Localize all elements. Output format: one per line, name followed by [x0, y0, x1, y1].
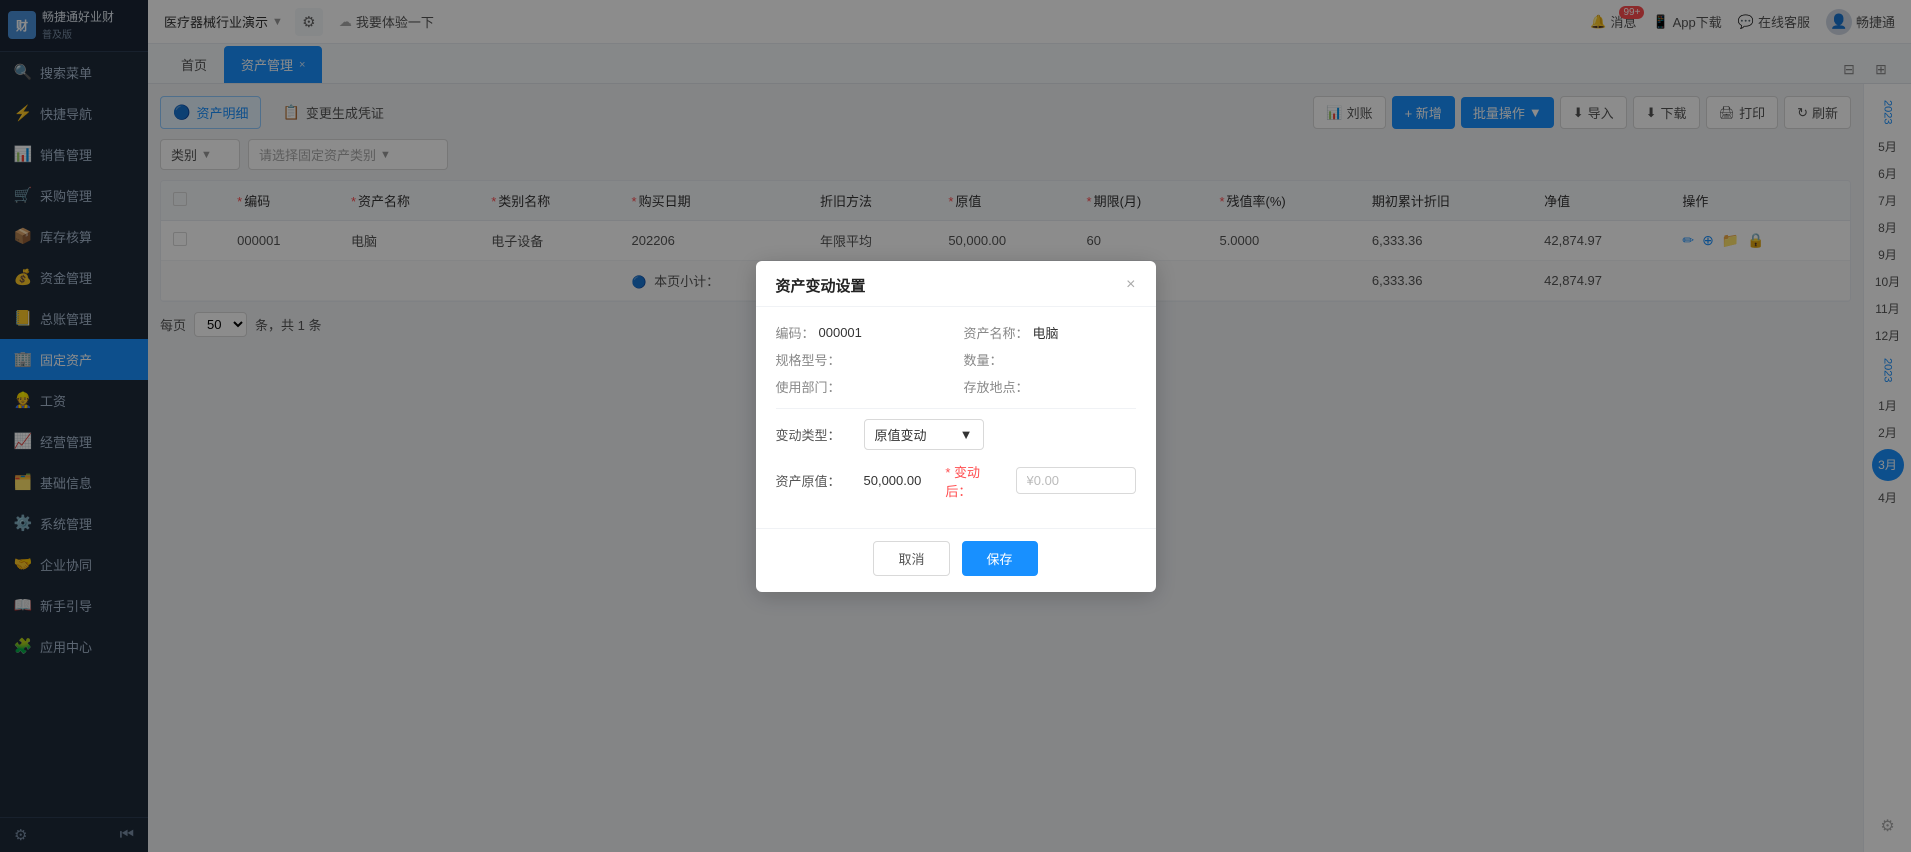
change-type-select[interactable]: 原值变动 ▼ [864, 419, 984, 450]
modal-body: 编码： 000001 资产名称： 电脑 规格型号： 数量： 使用部门： [756, 307, 1156, 528]
modal-department-item: 使用部门： [776, 377, 948, 396]
modal-spec-label: 规格型号： [776, 350, 841, 369]
modal-name-value: 电脑 [1033, 323, 1059, 342]
modal-quantity-label: 数量： [964, 350, 1003, 369]
modal-storage-item: 存放地点： [964, 377, 1136, 396]
modal-original-value-label: 资产原值： [776, 471, 856, 490]
asset-change-modal: 资产变动设置 × 编码： 000001 资产名称： 电脑 规格型号： 数量： [756, 261, 1156, 592]
modal-code-value: 000001 [819, 325, 862, 340]
change-type-arrow-icon: ▼ [960, 427, 973, 442]
cancel-button[interactable]: 取消 [873, 541, 949, 576]
modal-after-change-label: * 变动后： [945, 462, 1003, 500]
modal-code-label: 编码： [776, 323, 815, 342]
modal-original-value-row: 资产原值： 50,000.00 * 变动后： [776, 462, 1136, 500]
modal-overlay[interactable]: 资产变动设置 × 编码： 000001 资产名称： 电脑 规格型号： 数量： [0, 0, 1911, 852]
modal-change-type-label: 变动类型： [776, 425, 856, 444]
modal-name-item: 资产名称： 电脑 [964, 323, 1136, 342]
modal-footer: 取消 保存 [756, 528, 1156, 592]
change-type-value: 原值变动 [875, 425, 927, 444]
modal-close-button[interactable]: × [1126, 276, 1135, 294]
modal-header: 资产变动设置 × [756, 261, 1156, 307]
modal-change-type-row: 变动类型： 原值变动 ▼ [776, 419, 1136, 450]
after-change-input[interactable] [1016, 467, 1136, 494]
modal-storage-label: 存放地点： [964, 377, 1029, 396]
modal-name-label: 资产名称： [964, 323, 1029, 342]
modal-original-value-value: 50,000.00 [864, 473, 922, 488]
save-button[interactable]: 保存 [962, 541, 1038, 576]
modal-quantity-item: 数量： [964, 350, 1136, 369]
modal-info-grid: 编码： 000001 资产名称： 电脑 规格型号： 数量： 使用部门： [776, 323, 1136, 396]
modal-spec-item: 规格型号： [776, 350, 948, 369]
modal-title: 资产变动设置 [776, 275, 866, 296]
modal-divider [776, 408, 1136, 409]
modal-code-item: 编码： 000001 [776, 323, 948, 342]
modal-department-label: 使用部门： [776, 377, 841, 396]
